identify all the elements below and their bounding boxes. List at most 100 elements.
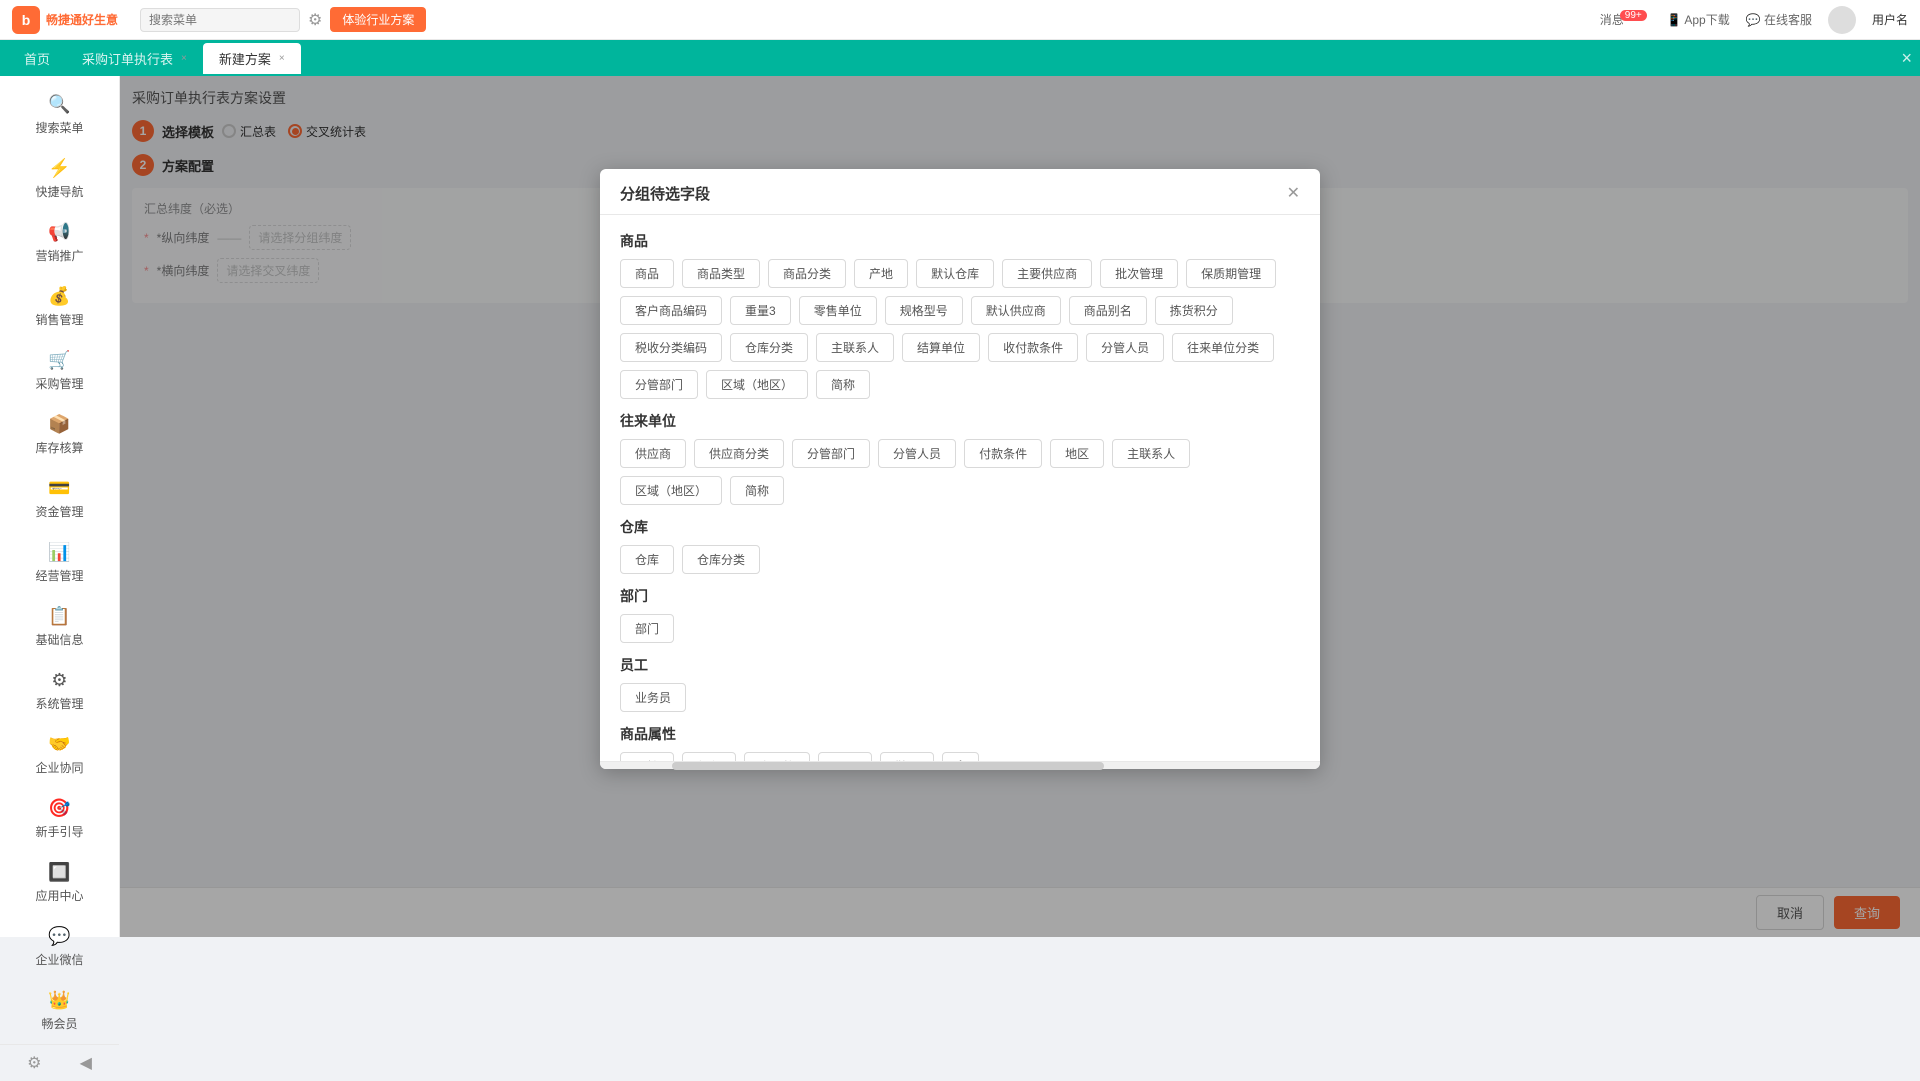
nav-tabs-bar: 首页 采购订单执行表 × 新建方案 × × (0, 40, 1920, 76)
sidebar-item-quick-nav[interactable]: ⚡ 快捷导航 (0, 148, 119, 210)
gear-icon: ⚙ (51, 670, 67, 691)
tag-item-1-8[interactable]: 简称 (730, 476, 784, 505)
tag-item-0-17[interactable]: 主联系人 (816, 333, 894, 362)
tag-item-1-1[interactable]: 供应商分类 (694, 439, 784, 468)
sidebar-settings-icon[interactable]: ⚙ (27, 1053, 41, 1073)
tag-item-5-1[interactable]: 颜色 (682, 752, 736, 761)
tag-item-0-18[interactable]: 结算单位 (902, 333, 980, 362)
sidebar-item-member[interactable]: 👑 畅会员 (0, 980, 119, 1042)
chart-icon: 📊 (48, 542, 70, 563)
modal-body: 商品商品商品类型商品分类产地默认仓库主要供应商批次管理保质期管理客户商品编码重量… (600, 215, 1320, 761)
megaphone-icon: 📢 (48, 222, 70, 243)
tag-item-0-24[interactable]: 简称 (816, 370, 870, 399)
logo-text: 畅捷通好生意 (46, 11, 118, 28)
tag-item-1-2[interactable]: 分管部门 (792, 439, 870, 468)
experience-plan-button[interactable]: 体验行业方案 (330, 7, 426, 32)
tag-item-5-2[interactable]: 多规格 (744, 752, 810, 761)
sidebar-item-purchase[interactable]: 🛒 采购管理 (0, 340, 119, 402)
sidebar-item-finance[interactable]: 💳 资金管理 (0, 468, 119, 530)
tab-new-plan-close[interactable]: × (279, 53, 285, 64)
tag-item-0-3[interactable]: 产地 (854, 259, 908, 288)
logo-icon: b (12, 6, 40, 34)
sidebar-bottom: ⚙ ◀ (0, 1044, 119, 1081)
tag-grid-0: 商品商品类型商品分类产地默认仓库主要供应商批次管理保质期管理客户商品编码重量3 零… (620, 259, 1300, 399)
user-avatar[interactable] (1828, 6, 1856, 34)
tag-item-0-19[interactable]: 收付款条件 (988, 333, 1078, 362)
sidebar-item-guide[interactable]: 🎯 新手引导 (0, 788, 119, 850)
tag-item-0-7[interactable]: 保质期管理 (1186, 259, 1276, 288)
sidebar-item-wechat[interactable]: 💬 企业微信 (0, 916, 119, 978)
message-link[interactable]: 消息99+ (1600, 11, 1651, 28)
tag-item-1-3[interactable]: 分管人员 (878, 439, 956, 468)
tag-item-0-5[interactable]: 主要供应商 (1002, 259, 1092, 288)
tag-item-0-9[interactable]: 重量3 (730, 296, 791, 325)
sidebar-item-search[interactable]: 🔍 搜索菜单 (0, 84, 119, 146)
settings-icon[interactable]: ⚙ (308, 10, 322, 30)
search-input[interactable] (140, 8, 300, 32)
tag-item-0-4[interactable]: 默认仓库 (916, 259, 994, 288)
tag-item-5-0[interactable]: 属性 (620, 752, 674, 761)
sidebar-item-marketing[interactable]: 📢 营销推广 (0, 212, 119, 274)
cart-icon: 🛒 (48, 350, 70, 371)
sidebar-item-inventory[interactable]: 📦 库存核算 (0, 404, 119, 466)
tab-purchase-order-close[interactable]: × (181, 53, 187, 64)
tag-item-5-3[interactable]: 尺码 (818, 752, 872, 761)
sidebar-collapse-icon[interactable]: ◀ (80, 1053, 92, 1073)
card-icon: 💳 (48, 478, 70, 499)
tag-item-0-0[interactable]: 商品 (620, 259, 674, 288)
tag-item-0-22[interactable]: 分管部门 (620, 370, 698, 399)
tag-item-2-1[interactable]: 仓库分类 (682, 545, 760, 574)
tag-item-0-20[interactable]: 分管人员 (1086, 333, 1164, 362)
sidebar-item-coop[interactable]: 🤝 企业协同 (0, 724, 119, 786)
section-label-3: 部门 (620, 586, 1300, 606)
tag-item-0-11[interactable]: 规格型号 (885, 296, 963, 325)
tag-item-1-0[interactable]: 供应商 (620, 439, 686, 468)
sidebar-item-sales[interactable]: 💰 销售管理 (0, 276, 119, 338)
tag-item-5-5[interactable]: 1 (942, 752, 979, 761)
tag-item-0-2[interactable]: 商品分类 (768, 259, 846, 288)
tag-item-4-0[interactable]: 业务员 (620, 683, 686, 712)
box-icon: 📦 (48, 414, 70, 435)
tag-item-0-12[interactable]: 默认供应商 (971, 296, 1061, 325)
scrollbar-thumb[interactable] (672, 762, 1104, 770)
search-icon: 🔍 (48, 94, 70, 115)
tab-purchase-order[interactable]: 采购订单执行表 × (66, 43, 203, 74)
tag-item-0-8[interactable]: 客户商品编码 (620, 296, 722, 325)
tag-item-5-4[interactable]: 鞋码 (880, 752, 934, 761)
sidebar-item-apps[interactable]: 🔲 应用中心 (0, 852, 119, 914)
tag-item-0-13[interactable]: 商品别名 (1069, 296, 1147, 325)
flash-icon: ⚡ (48, 158, 70, 179)
tab-home[interactable]: 首页 (8, 43, 66, 74)
top-header: b 畅捷通好生意 ⚙ 体验行业方案 消息99+ 📱 App下载 💬 在线客服 用… (0, 0, 1920, 40)
tag-item-0-10[interactable]: 零售单位 (799, 296, 877, 325)
tag-item-0-14[interactable]: 拣货积分 (1155, 296, 1233, 325)
tag-item-1-6[interactable]: 主联系人 (1112, 439, 1190, 468)
modal-title: 分组待选字段 (620, 183, 710, 204)
tag-item-0-6[interactable]: 批次管理 (1100, 259, 1178, 288)
sidebar-item-basic[interactable]: 📋 基础信息 (0, 596, 119, 658)
close-all-tabs-button[interactable]: × (1901, 48, 1912, 69)
tag-item-0-1[interactable]: 商品类型 (682, 259, 760, 288)
tag-item-0-16[interactable]: 仓库分类 (730, 333, 808, 362)
tag-item-1-5[interactable]: 地区 (1050, 439, 1104, 468)
tag-item-0-21[interactable]: 往来单位分类 (1172, 333, 1274, 362)
sidebar-item-system[interactable]: ⚙ 系统管理 (0, 660, 119, 722)
modal-close-button[interactable]: ✕ (1287, 183, 1300, 203)
tag-item-0-15[interactable]: 税收分类编码 (620, 333, 722, 362)
tag-item-1-7[interactable]: 区域（地区） (620, 476, 722, 505)
sidebar-item-operations[interactable]: 📊 经营管理 (0, 532, 119, 594)
online-service-link[interactable]: 💬 在线客服 (1746, 11, 1812, 28)
target-icon: 🎯 (48, 798, 70, 819)
horizontal-scrollbar[interactable] (600, 761, 1320, 769)
tag-item-3-0[interactable]: 部门 (620, 614, 674, 643)
app-download-link[interactable]: 📱 App下载 (1667, 11, 1730, 28)
tag-item-2-0[interactable]: 仓库 (620, 545, 674, 574)
crown-icon: 👑 (48, 990, 70, 1011)
tab-new-plan[interactable]: 新建方案 × (203, 43, 301, 74)
tag-item-0-23[interactable]: 区域（地区） (706, 370, 808, 399)
tag-grid-4: 业务员 (620, 683, 1300, 712)
tag-item-1-4[interactable]: 付款条件 (964, 439, 1042, 468)
grid-icon: 🔲 (48, 862, 70, 883)
user-name: 用户名 (1872, 11, 1908, 28)
tag-grid-5: 属性颜色多规格尺码鞋码 1 (620, 752, 1300, 761)
